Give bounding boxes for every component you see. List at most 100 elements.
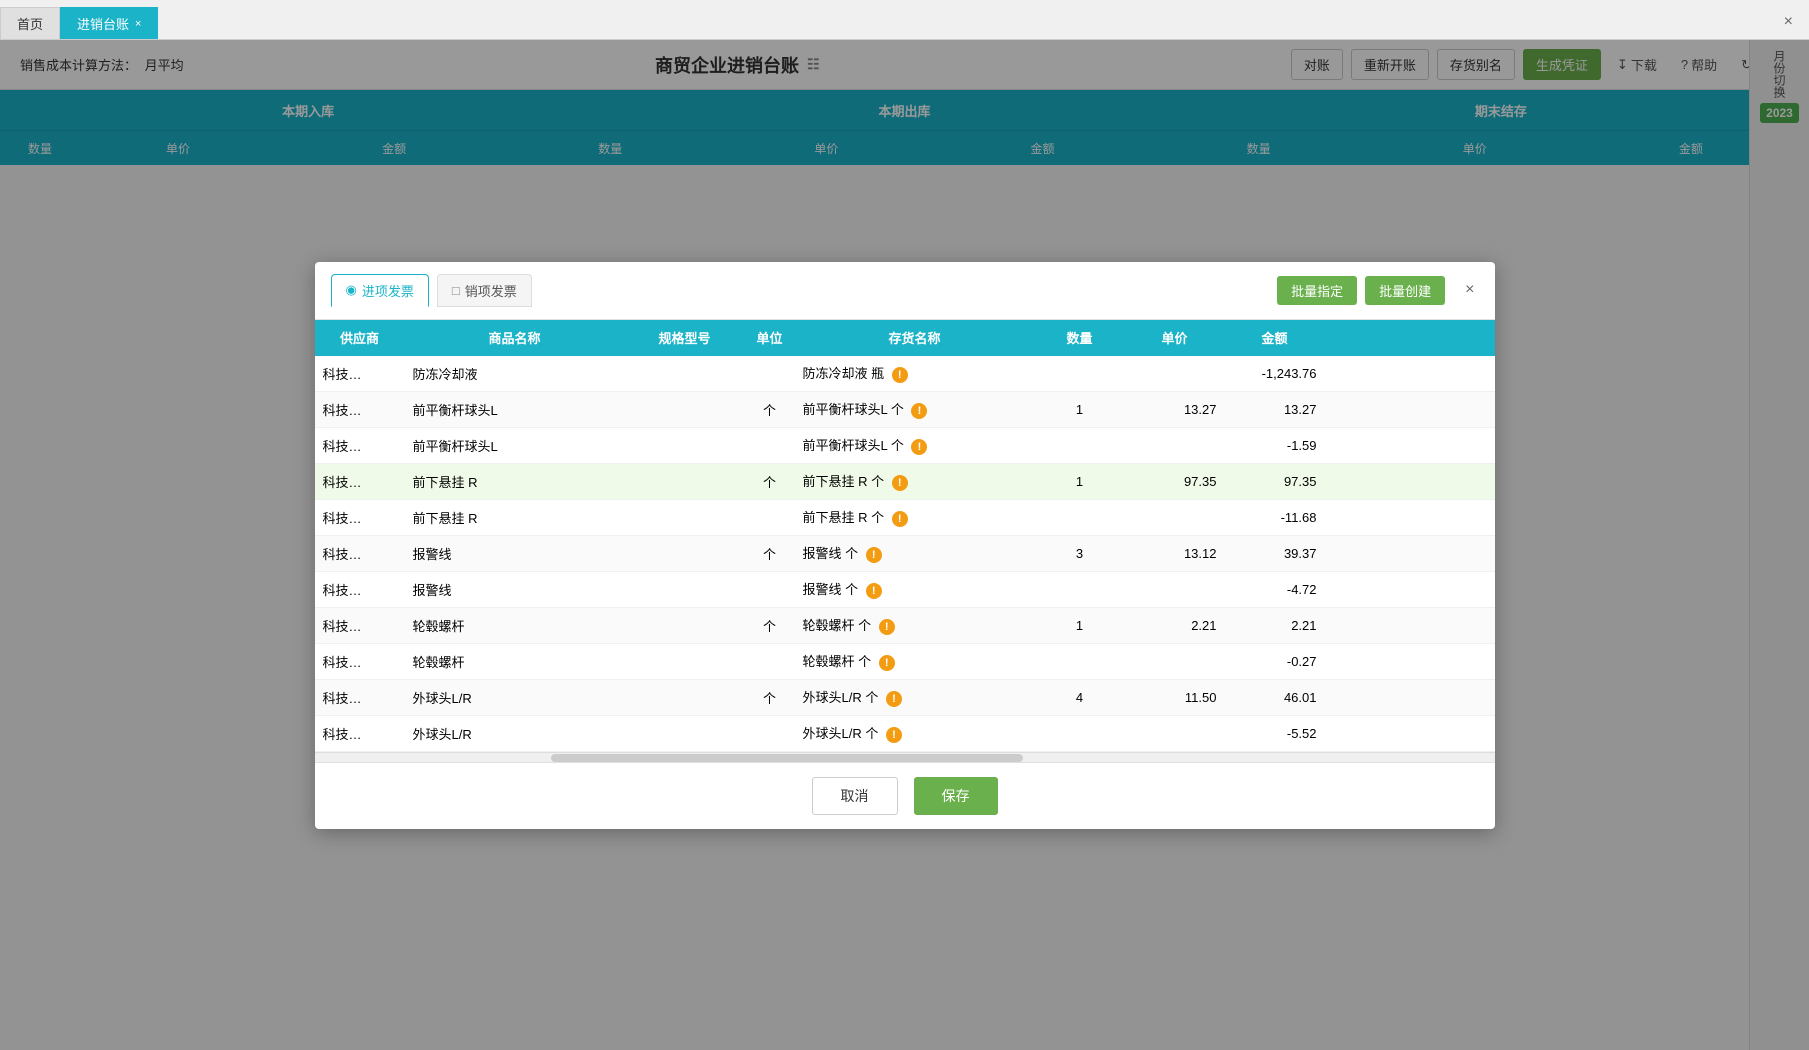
modal-footer: 取消 保存 bbox=[315, 762, 1495, 829]
cell-qty: 1 bbox=[1035, 474, 1125, 489]
warning-icon: ! bbox=[879, 655, 895, 671]
cell-product: 外球头L/R bbox=[405, 724, 625, 743]
cell-stock: 外球头L/R 个 ! bbox=[795, 687, 1035, 707]
cell-vendor: 科技… bbox=[315, 724, 405, 743]
cell-product: 前下悬挂 R bbox=[405, 508, 625, 527]
cell-amount: -4.72 bbox=[1225, 582, 1325, 597]
modal-table-header: 供应商 商品名称 规格型号 单位 存货名称 数量 单价 金额 bbox=[315, 320, 1495, 356]
col-header-stock: 存货名称 bbox=[795, 328, 1035, 347]
cancel-button[interactable]: 取消 bbox=[812, 777, 898, 815]
table-row[interactable]: 科技… 报警线 个 报警线 个 ! 3 13.12 39.37 bbox=[315, 536, 1495, 572]
cell-vendor: 科技… bbox=[315, 652, 405, 671]
cell-vendor: 科技… bbox=[315, 580, 405, 599]
tab-close-icon[interactable]: × bbox=[135, 18, 141, 30]
modal-header: ◉ 进项发票 □ 销项发票 批量指定 批量创建 × bbox=[315, 262, 1495, 320]
cell-unit: 个 bbox=[745, 472, 795, 491]
cell-vendor: 科技… bbox=[315, 544, 405, 563]
cell-stock: 前平衡杆球头L 个 ! bbox=[795, 399, 1035, 419]
table-row[interactable]: 科技… 外球头L/R 个 外球头L/R 个 ! 4 11.50 46.01 bbox=[315, 680, 1495, 716]
warning-icon: ! bbox=[879, 619, 895, 635]
col-header-qty: 数量 bbox=[1035, 328, 1125, 347]
table-row[interactable]: 科技… 轮毂螺杆 轮毂螺杆 个 ! -0.27 bbox=[315, 644, 1495, 680]
cell-vendor: 科技… bbox=[315, 400, 405, 419]
cell-stock: 前下悬挂 R 个 ! bbox=[795, 471, 1035, 491]
cell-price: 97.35 bbox=[1125, 474, 1225, 489]
cell-amount: 39.37 bbox=[1225, 546, 1325, 561]
cell-vendor: 科技… bbox=[315, 436, 405, 455]
cell-unit: 个 bbox=[745, 544, 795, 563]
cell-product: 外球头L/R bbox=[405, 688, 625, 707]
cell-stock: 报警线 个 ! bbox=[795, 579, 1035, 599]
modal-scrollbar[interactable] bbox=[315, 752, 1495, 762]
cell-stock: 前平衡杆球头L 个 ! bbox=[795, 435, 1035, 455]
col-header-product: 商品名称 bbox=[405, 328, 625, 347]
warning-icon: ! bbox=[866, 547, 882, 563]
tab-home[interactable]: 首页 bbox=[0, 7, 60, 39]
table-row[interactable]: 科技… 报警线 报警线 个 ! -4.72 bbox=[315, 572, 1495, 608]
cell-price: 13.27 bbox=[1125, 402, 1225, 417]
cell-product: 报警线 bbox=[405, 544, 625, 563]
tab-sales-invoice[interactable]: □ 销项发票 bbox=[437, 274, 532, 307]
tab-purchase-invoice[interactable]: ◉ 进项发票 bbox=[331, 274, 429, 307]
col-header-price: 单价 bbox=[1125, 328, 1225, 347]
cell-unit: 个 bbox=[745, 616, 795, 635]
batch-assign-button[interactable]: 批量指定 bbox=[1277, 276, 1357, 305]
cell-amount: 97.35 bbox=[1225, 474, 1325, 489]
cell-amount: 13.27 bbox=[1225, 402, 1325, 417]
table-row[interactable]: 科技… 前平衡杆球头L 个 前平衡杆球头L 个 ! 1 13.27 13.27 bbox=[315, 392, 1495, 428]
table-row[interactable]: 科技… 前下悬挂 R 前下悬挂 R 个 ! -11.68 bbox=[315, 500, 1495, 536]
cell-price: 2.21 bbox=[1125, 618, 1225, 633]
cell-product: 轮毂螺杆 bbox=[405, 652, 625, 671]
cell-price: 11.50 bbox=[1125, 690, 1225, 705]
table-row[interactable]: 科技… 前下悬挂 R 个 前下悬挂 R 个 ! 1 97.35 97.35 bbox=[315, 464, 1495, 500]
purchase-icon: ◉ bbox=[346, 282, 357, 298]
cell-unit: 个 bbox=[745, 688, 795, 707]
cell-amount: -1.59 bbox=[1225, 438, 1325, 453]
col-header-vendor: 供应商 bbox=[315, 328, 405, 347]
cell-product: 防冻冷却液 bbox=[405, 364, 625, 383]
cell-stock: 轮毂螺杆 个 ! bbox=[795, 615, 1035, 635]
modal-header-actions: 批量指定 批量创建 bbox=[1277, 276, 1445, 305]
table-row[interactable]: 科技… 防冻冷却液 防冻冷却液 瓶 ! -1,243.76 bbox=[315, 356, 1495, 392]
cell-amount: -1,243.76 bbox=[1225, 366, 1325, 381]
cell-stock: 报警线 个 ! bbox=[795, 543, 1035, 563]
tab-purchase-label: 进项发票 bbox=[362, 281, 414, 300]
tab-ledger-label: 进销台账 bbox=[77, 14, 129, 33]
tab-home-label: 首页 bbox=[17, 14, 43, 33]
window-close-button[interactable]: × bbox=[1768, 5, 1809, 39]
cell-amount: -11.68 bbox=[1225, 510, 1325, 525]
tab-bar: 首页 进销台账 × × bbox=[0, 0, 1809, 40]
cell-product: 前平衡杆球头L bbox=[405, 400, 625, 419]
save-button[interactable]: 保存 bbox=[914, 777, 998, 815]
cell-vendor: 科技… bbox=[315, 688, 405, 707]
cell-vendor: 科技… bbox=[315, 364, 405, 383]
cell-amount: 2.21 bbox=[1225, 618, 1325, 633]
warning-icon: ! bbox=[911, 403, 927, 419]
cell-qty: 1 bbox=[1035, 402, 1125, 417]
tab-ledger[interactable]: 进销台账 × bbox=[60, 7, 158, 39]
modal-dialog: ◉ 进项发票 □ 销项发票 批量指定 批量创建 × 供应商 商品名称 bbox=[315, 262, 1495, 829]
cell-product: 报警线 bbox=[405, 580, 625, 599]
cell-qty: 4 bbox=[1035, 690, 1125, 705]
cell-amount: 46.01 bbox=[1225, 690, 1325, 705]
cell-stock: 外球头L/R 个 ! bbox=[795, 723, 1035, 743]
cell-qty: 1 bbox=[1035, 618, 1125, 633]
modal-scrollbar-thumb[interactable] bbox=[551, 754, 1023, 762]
cell-stock: 轮毂螺杆 个 ! bbox=[795, 651, 1035, 671]
cell-product: 前平衡杆球头L bbox=[405, 436, 625, 455]
batch-create-button[interactable]: 批量创建 bbox=[1365, 276, 1445, 305]
modal-table-body: 科技… 防冻冷却液 防冻冷却液 瓶 ! -1,243.76 科技… 前平衡杆球头… bbox=[315, 356, 1495, 752]
cell-product: 前下悬挂 R bbox=[405, 472, 625, 491]
modal-table: 供应商 商品名称 规格型号 单位 存货名称 数量 单价 金额 科技… 防冻冷却液 bbox=[315, 320, 1495, 752]
modal-close-button[interactable]: × bbox=[1461, 277, 1478, 303]
warning-icon: ! bbox=[911, 439, 927, 455]
table-row[interactable]: 科技… 前平衡杆球头L 前平衡杆球头L 个 ! -1.59 bbox=[315, 428, 1495, 464]
cell-amount: -0.27 bbox=[1225, 654, 1325, 669]
warning-icon: ! bbox=[892, 367, 908, 383]
cell-price: 13.12 bbox=[1125, 546, 1225, 561]
cell-qty: 3 bbox=[1035, 546, 1125, 561]
col-header-amount: 金额 bbox=[1225, 328, 1325, 347]
table-row[interactable]: 科技… 轮毂螺杆 个 轮毂螺杆 个 ! 1 2.21 2.21 bbox=[315, 608, 1495, 644]
table-row[interactable]: 科技… 外球头L/R 外球头L/R 个 ! -5.52 bbox=[315, 716, 1495, 752]
cell-vendor: 科技… bbox=[315, 472, 405, 491]
